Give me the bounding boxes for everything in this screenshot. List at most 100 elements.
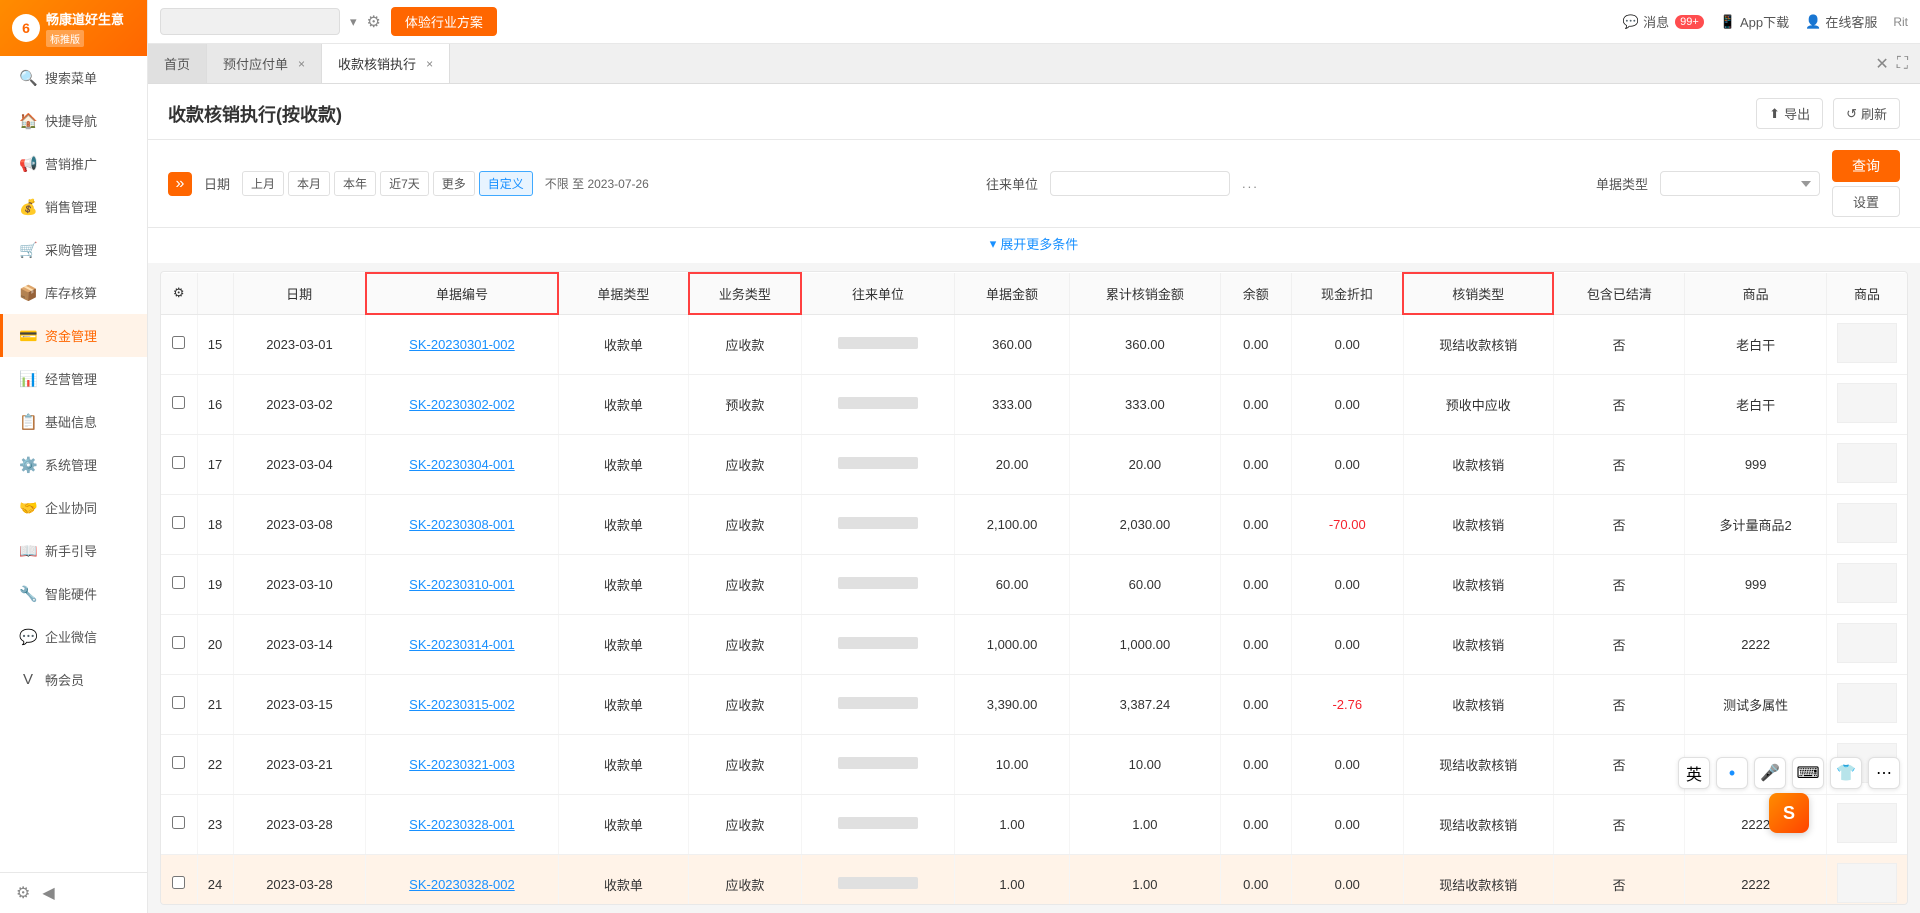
sidebar-item-finance[interactable]: 💳 资金管理 [0, 314, 147, 357]
float-s-button[interactable]: S [1769, 793, 1809, 833]
sidebar-item-search[interactable]: 🔍 搜索菜单 [0, 56, 147, 99]
settings-button[interactable]: 设置 [1832, 186, 1900, 217]
refresh-button[interactable]: ↺ 刷新 [1833, 98, 1900, 129]
td-include-settled: 否 [1553, 854, 1684, 905]
td-cancel-type: 收款核销 [1403, 554, 1553, 614]
sidebar-item-member[interactable]: V 畅会员 [0, 658, 147, 701]
logo-text: 畅康道好生意 标推版 [46, 9, 124, 47]
sidebar-item-marketing[interactable]: 📢 营销推广 [0, 142, 147, 185]
float-icon-mic[interactable]: 🎤 [1754, 757, 1786, 789]
td-bill-no: SK-20230304-001 [366, 434, 558, 494]
td-cancel-type: 收款核销 [1403, 674, 1553, 734]
td-include-settled: 否 [1553, 554, 1684, 614]
main-area: ▾ ⚙ 体验行业方案 💬 消息 99+ 📱 App下载 👤 在线客服 Rit 首… [148, 0, 1920, 913]
filter-this-year[interactable]: 本年 [334, 171, 376, 196]
filter-expand-btn[interactable]: ▾ 展开更多条件 [990, 234, 1079, 253]
wechat-icon: 💬 [19, 628, 37, 646]
td-product1: 999 [1685, 554, 1827, 614]
td-cash-discount: 0.00 [1291, 434, 1403, 494]
td-biz-type: 应收款 [689, 734, 801, 794]
sidebar-item-sales[interactable]: 💰 销售管理 [0, 185, 147, 228]
filter-more[interactable]: 更多 [433, 171, 475, 196]
sidebar-item-guide[interactable]: 📖 新手引导 [0, 529, 147, 572]
filter-receipt-type-select[interactable] [1660, 171, 1820, 196]
solution-button[interactable]: 体验行业方案 [391, 7, 497, 36]
online-service-item[interactable]: 👤 在线客服 [1805, 12, 1877, 31]
td-balance: 0.00 [1220, 314, 1291, 374]
sidebar-item-basic[interactable]: 📋 基础信息 [0, 400, 147, 443]
tab-collection[interactable]: 收款核销执行 × [322, 44, 450, 83]
tab-prepay[interactable]: 预付应付单 × [207, 44, 322, 83]
float-icon-keyboard[interactable]: ⌨ [1792, 757, 1824, 789]
filter-toggle-btn[interactable]: » [168, 172, 192, 196]
sidebar-item-hardware[interactable]: 🔧 智能硬件 [0, 572, 147, 615]
td-date: 2023-03-08 [233, 494, 366, 554]
td-checkbox[interactable] [161, 374, 197, 434]
filter-unit-label: 往来单位 [986, 174, 1038, 193]
td-checkbox[interactable] [161, 434, 197, 494]
td-checkbox[interactable] [161, 314, 197, 374]
td-checkbox[interactable] [161, 494, 197, 554]
td-checkbox[interactable] [161, 614, 197, 674]
export-button[interactable]: ⬆ 导出 [1756, 98, 1823, 129]
topbar-gear-icon[interactable]: ⚙ [367, 12, 381, 32]
sidebar-item-inventory[interactable]: 📦 库存核算 [0, 271, 147, 314]
td-checkbox[interactable] [161, 854, 197, 905]
td-bill-type: 收款单 [558, 314, 689, 374]
td-bill-type: 收款单 [558, 434, 689, 494]
topbar-dropdown-icon[interactable]: ▾ [350, 14, 357, 30]
query-button[interactable]: 查询 [1832, 150, 1900, 182]
td-cancel-type: 收款核销 [1403, 614, 1553, 674]
tab-collection-close[interactable]: × [426, 57, 433, 71]
td-include-settled: 否 [1553, 434, 1684, 494]
tab-prepay-close[interactable]: × [298, 57, 305, 71]
messages-item[interactable]: 💬 消息 99+ [1623, 12, 1704, 31]
sidebar-item-purchase[interactable]: 🛒 采购管理 [0, 228, 147, 271]
marketing-icon: 📢 [19, 155, 37, 173]
td-balance: 0.00 [1220, 674, 1291, 734]
td-bill-type: 收款单 [558, 734, 689, 794]
sidebar-item-label: 企业微信 [45, 627, 97, 646]
tab-expand-btn[interactable]: ⛶ [1897, 55, 1908, 73]
sidebar-item-wechat[interactable]: 💬 企业微信 [0, 615, 147, 658]
float-icon-dot[interactable]: • [1716, 757, 1748, 789]
sidebar-item-quicknav[interactable]: 🏠 快捷导航 [0, 99, 147, 142]
float-icon-shirt[interactable]: 👕 [1830, 757, 1862, 789]
td-unit [801, 434, 954, 494]
table-row: 17 2023-03-04 SK-20230304-001 收款单 应收款 20… [161, 434, 1907, 494]
th-bill-type: 单据类型 [558, 273, 689, 314]
float-icon-ying[interactable]: 英 [1678, 757, 1710, 789]
td-amount: 1.00 [954, 794, 1069, 854]
th-gear[interactable]: ⚙ [161, 273, 197, 314]
settings-bottom-icon[interactable]: ⚙ [16, 883, 30, 903]
collapse-icon[interactable]: ◀ [42, 883, 54, 903]
td-include-settled: 否 [1553, 374, 1684, 434]
filter-7days[interactable]: 近7天 [380, 171, 429, 196]
td-biz-type: 应收款 [689, 314, 801, 374]
app-download-item[interactable]: 📱 App下载 [1720, 12, 1789, 31]
td-checkbox[interactable] [161, 734, 197, 794]
td-bill-type: 收款单 [558, 674, 689, 734]
sidebar-item-system[interactable]: ⚙️ 系统管理 [0, 443, 147, 486]
topbar-search-display [160, 8, 340, 35]
filter-this-month[interactable]: 本月 [288, 171, 330, 196]
float-icon-grid[interactable]: ⋯ [1868, 757, 1900, 789]
data-table-wrapper: ⚙ 日期 单据编号 单据类型 业务类型 往来单位 单据金额 累计核销金额 余额 … [160, 271, 1908, 905]
td-date: 2023-03-04 [233, 434, 366, 494]
td-checkbox[interactable] [161, 554, 197, 614]
user-name: Rit [1893, 15, 1908, 29]
td-checkbox[interactable] [161, 674, 197, 734]
filter-last-month[interactable]: 上月 [242, 171, 284, 196]
chevron-down-icon: ▾ [990, 236, 997, 252]
td-amount: 1,000.00 [954, 614, 1069, 674]
tab-close-btn[interactable]: ✕ [1875, 54, 1888, 74]
filter-unit-input[interactable] [1050, 171, 1230, 196]
td-cum-amount: 1,000.00 [1070, 614, 1220, 674]
sidebar-item-corp[interactable]: 🤝 企业协同 [0, 486, 147, 529]
td-cash-discount: 0.00 [1291, 314, 1403, 374]
tab-home[interactable]: 首页 [148, 44, 207, 83]
table-row: 15 2023-03-01 SK-20230301-002 收款单 应收款 36… [161, 314, 1907, 374]
sidebar-item-operations[interactable]: 📊 经营管理 [0, 357, 147, 400]
filter-custom[interactable]: 自定义 [479, 171, 533, 196]
td-checkbox[interactable] [161, 794, 197, 854]
